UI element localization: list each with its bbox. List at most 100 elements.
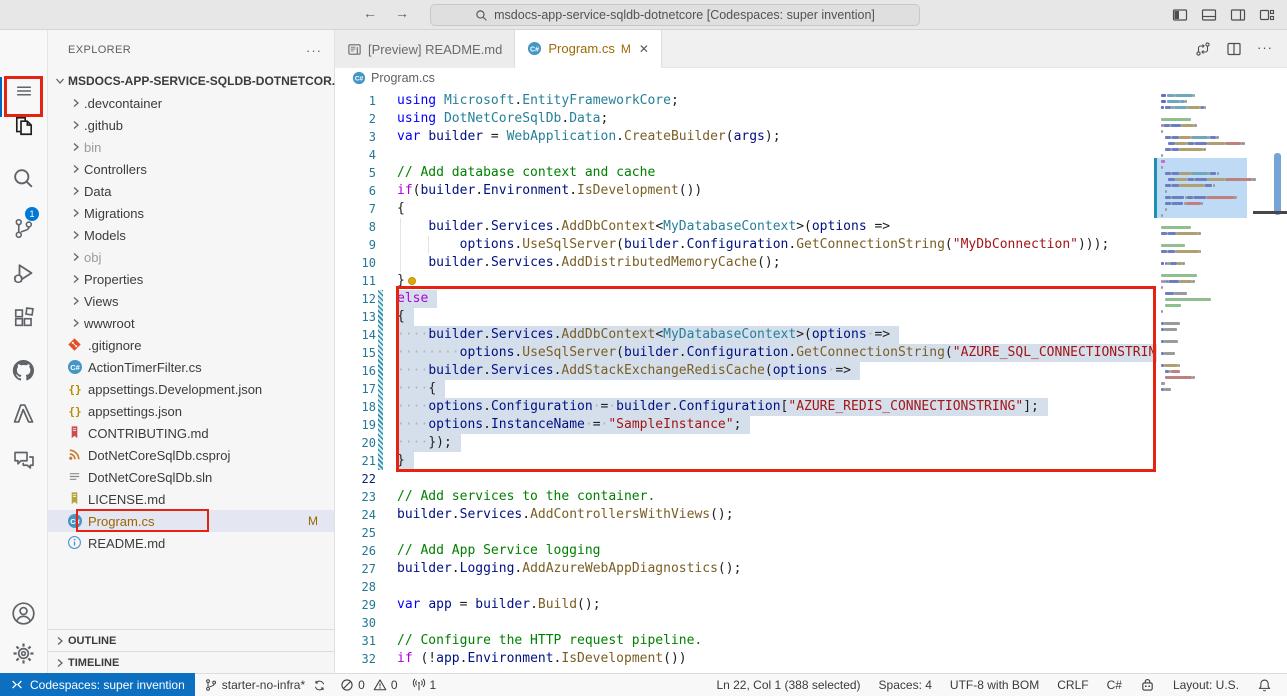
tree-item-dotnetcoresqldb.sln[interactable]: DotNetCoreSqlDb.sln	[48, 466, 334, 488]
tree-item-license.md[interactable]: LICENSE.md	[48, 488, 334, 510]
code-line-9[interactable]: 9 options.UseSqlServer(builder.Configura…	[335, 236, 1157, 254]
run-debug-icon[interactable]	[0, 253, 47, 293]
tree-item-dotnetcoresqldb.csproj[interactable]: DotNetCoreSqlDb.csproj	[48, 444, 334, 466]
status-eol[interactable]: CRLF	[1052, 678, 1093, 692]
nav-back-icon[interactable]: ←	[360, 5, 380, 21]
code-line-8[interactable]: 8 builder.Services.AddDbContext<MyDataba…	[335, 218, 1157, 236]
account-icon[interactable]	[0, 593, 47, 633]
tree-item-program.cs[interactable]: C#Program.csM	[48, 510, 334, 532]
more-actions-icon[interactable]: ···	[1257, 41, 1273, 57]
code-line-26[interactable]: 26// Add App Service logging	[335, 542, 1157, 560]
tree-item-contributing.md[interactable]: CONTRIBUTING.md	[48, 422, 334, 444]
layout-sidebar-right-icon[interactable]	[1230, 7, 1246, 23]
code-line-27[interactable]: 27builder.Logging.AddAzureWebAppDiagnost…	[335, 560, 1157, 578]
status-language-mode[interactable]: C#	[1102, 678, 1127, 692]
comments-icon[interactable]	[0, 440, 47, 480]
code-line-7[interactable]: 7{	[335, 200, 1157, 218]
layout-panel-icon[interactable]	[1201, 7, 1217, 23]
layout-customize-icon[interactable]	[1259, 7, 1275, 23]
tree-root-folder[interactable]: MSDOCS-APP-SERVICE-SQLDB-DOTNETCOR...	[48, 70, 334, 92]
tree-item-models[interactable]: Models	[48, 224, 334, 246]
settings-gear-icon[interactable]	[0, 633, 47, 673]
code-line-32[interactable]: 32if (!app.Environment.IsDevelopment())	[335, 650, 1157, 668]
nav-forward-icon[interactable]: →	[392, 5, 412, 21]
tree-item-appsettings.development.json[interactable]: {}appsettings.Development.json	[48, 378, 334, 400]
overview-ruler-selection[interactable]	[1274, 153, 1281, 215]
explorer-more-actions-icon[interactable]: ···	[306, 43, 322, 58]
tree-item-obj[interactable]: obj	[48, 246, 334, 268]
code-line-31[interactable]: 31// Configure the HTTP request pipeline…	[335, 632, 1157, 650]
status-encoding[interactable]: UTF-8 with BOM	[945, 678, 1044, 692]
tree-item-.gitignore[interactable]: .gitignore	[48, 334, 334, 356]
code-line-1[interactable]: 1using Microsoft.EntityFrameworkCore;	[335, 92, 1157, 110]
code-line-25[interactable]: 25	[335, 524, 1157, 542]
tree-item-appsettings.json[interactable]: {}appsettings.json	[48, 400, 334, 422]
tab-program-cs[interactable]: C# Program.cs M ✕	[515, 30, 662, 68]
status-branch[interactable]: starter-no-infra*	[199, 678, 331, 692]
status-problems[interactable]: 00	[335, 678, 402, 692]
code-area[interactable]: 1using Microsoft.EntityFrameworkCore;2us…	[335, 88, 1157, 668]
status-cursor-position[interactable]: Ln 22, Col 1 (388 selected)	[711, 678, 865, 692]
code-line-19[interactable]: 19····options.InstanceName·=·"SampleInst…	[335, 416, 1157, 434]
code-line-16[interactable]: 16····builder.Services.AddStackExchangeR…	[335, 362, 1157, 380]
code-line-21[interactable]: 21}	[335, 452, 1157, 470]
azure-icon[interactable]	[0, 393, 47, 433]
tree-item-migrations[interactable]: Migrations	[48, 202, 334, 224]
tab-readme-preview[interactable]: [Preview] README.md	[335, 30, 515, 68]
code-line-10[interactable]: 10 builder.Services.AddDistributedMemory…	[335, 254, 1157, 272]
code-line-20[interactable]: 20····});	[335, 434, 1157, 452]
status-remote-indicator[interactable]: Codespaces: super invention	[0, 673, 195, 696]
code-line-5[interactable]: 5// Add database context and cache	[335, 164, 1157, 182]
files-icon[interactable]	[0, 106, 47, 146]
code-line-6[interactable]: 6if(builder.Environment.IsDevelopment())	[335, 182, 1157, 200]
code-line-28[interactable]: 28	[335, 578, 1157, 596]
code-line-3[interactable]: 3var builder = WebApplication.CreateBuil…	[335, 128, 1157, 146]
minimap[interactable]	[1157, 88, 1247, 673]
menu-icon[interactable]	[0, 71, 47, 111]
code-line-17[interactable]: 17····{	[335, 380, 1157, 398]
code-line-12[interactable]: 12else	[335, 290, 1157, 308]
outline-pane-header[interactable]: OUTLINE	[48, 629, 334, 651]
extensions-icon[interactable]	[0, 298, 47, 338]
layout-sidebar-left-icon[interactable]	[1172, 7, 1188, 23]
code-line-30[interactable]: 30	[335, 614, 1157, 632]
split-editor-icon[interactable]	[1226, 41, 1242, 57]
code-line-11[interactable]: 11}	[335, 272, 1157, 290]
status-feedback-robot[interactable]	[1135, 678, 1160, 693]
code-line-13[interactable]: 13{	[335, 308, 1157, 326]
code-line-18[interactable]: 18····options.Configuration·=·builder.Co…	[335, 398, 1157, 416]
tree-item-properties[interactable]: Properties	[48, 268, 334, 290]
github-icon[interactable]	[0, 350, 47, 390]
tree-item-views[interactable]: Views	[48, 290, 334, 312]
status-notifications-bell[interactable]	[1252, 678, 1277, 693]
tree-item-bin[interactable]: bin	[48, 136, 334, 158]
tree-item-.github[interactable]: .github	[48, 114, 334, 136]
code-line-22[interactable]: 22	[335, 470, 1157, 488]
open-changes-icon[interactable]	[1195, 41, 1211, 57]
code-line-24[interactable]: 24builder.Services.AddControllersWithVie…	[335, 506, 1157, 524]
breadcrumb[interactable]: C# Program.cs	[335, 68, 1287, 88]
tree-item-data[interactable]: Data	[48, 180, 334, 202]
tree-item-actiontimerfilter.cs[interactable]: C#ActionTimerFilter.cs	[48, 356, 334, 378]
code-line-23[interactable]: 23// Add services to the container.	[335, 488, 1157, 506]
chevron-right-icon	[52, 655, 68, 671]
code-line-29[interactable]: 29var app = builder.Build();	[335, 596, 1157, 614]
command-center-search[interactable]: msdocs-app-service-sqldb-dotnetcore [Cod…	[430, 4, 920, 26]
chevron-right-icon	[52, 633, 68, 649]
tree-item-controllers[interactable]: Controllers	[48, 158, 334, 180]
tree-item-readme.md[interactable]: README.md	[48, 532, 334, 554]
feedback-robot-icon	[1140, 678, 1155, 693]
search-icon[interactable]	[0, 158, 47, 198]
close-icon[interactable]: ✕	[639, 42, 649, 56]
code-line-14[interactable]: 14····builder.Services.AddDbContext<MyDa…	[335, 326, 1157, 344]
timeline-pane-header[interactable]: TIMELINE	[48, 651, 334, 673]
source-control-icon[interactable]	[0, 208, 47, 248]
code-line-2[interactable]: 2using DotNetCoreSqlDb.Data;	[335, 110, 1157, 128]
code-line-4[interactable]: 4	[335, 146, 1157, 164]
tree-item-.devcontainer[interactable]: .devcontainer	[48, 92, 334, 114]
tree-item-wwwroot[interactable]: wwwroot	[48, 312, 334, 334]
code-line-15[interactable]: 15········options.UseSqlServer(builder.C…	[335, 344, 1157, 362]
status-ports[interactable]: 1	[407, 678, 442, 692]
status-keyboard-layout[interactable]: Layout: U.S.	[1168, 678, 1244, 692]
status-indentation[interactable]: Spaces: 4	[874, 678, 937, 692]
